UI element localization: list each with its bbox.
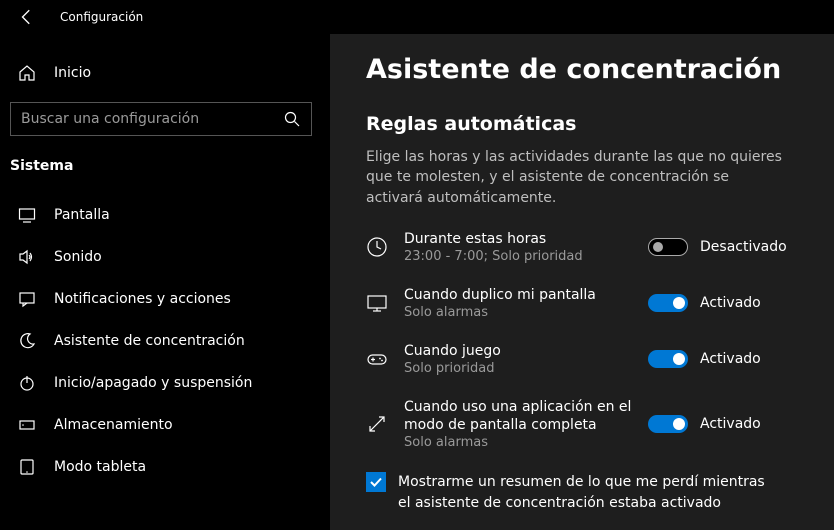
rule-sub: Solo prioridad <box>404 361 632 376</box>
rule-text: Durante estas horas 23:00 - 7:00; Solo p… <box>404 230 632 264</box>
section-desc: Elige las horas y las actividades durant… <box>366 147 786 208</box>
search-placeholder: Buscar una configuración <box>21 111 283 127</box>
settings-window: Configuración Inicio Buscar una configur… <box>0 0 834 530</box>
rule-text: Cuando duplico mi pantalla Solo alarmas <box>404 286 632 320</box>
sidebar-item-almacenamiento[interactable]: Almacenamiento <box>0 404 330 446</box>
sidebar-item-energia[interactable]: Inicio/apagado y suspensión <box>0 362 330 404</box>
sidebar-item-label: Notificaciones y acciones <box>54 291 231 307</box>
sidebar-item-sonido[interactable]: Sonido <box>0 236 330 278</box>
fullscreen-icon <box>366 413 388 435</box>
rule-text: Cuando juego Solo prioridad <box>404 342 632 376</box>
check-icon <box>369 475 383 489</box>
rule-sub: Solo alarmas <box>404 435 632 450</box>
toggle-wrap: Activado <box>648 294 798 312</box>
sidebar-item-label: Sonido <box>54 249 102 265</box>
sidebar-item-label: Pantalla <box>54 207 110 223</box>
message-icon <box>18 290 36 308</box>
rule-title: Cuando uso una aplicación en el modo de … <box>404 398 632 436</box>
rule-title: Cuando duplico mi pantalla <box>404 286 632 305</box>
summary-row: Mostrarme un resumen de lo que me perdí … <box>366 472 798 513</box>
toggle-wrap: Activado <box>648 350 798 368</box>
toggle-wrap: Desactivado <box>648 238 798 256</box>
gamepad-icon <box>366 348 388 370</box>
sidebar-group-title: Sistema <box>0 154 330 194</box>
toggle-label: Activado <box>700 295 761 311</box>
main-content: Asistente de concentración Reglas automá… <box>330 34 834 530</box>
rule-duplicate-display[interactable]: Cuando duplico mi pantalla Solo alarmas … <box>366 286 798 320</box>
sidebar-home[interactable]: Inicio <box>0 54 330 92</box>
toggle-gaming[interactable] <box>648 350 688 368</box>
display-icon <box>18 206 36 224</box>
sidebar-item-label: Inicio/apagado y suspensión <box>54 375 252 391</box>
toggle-hours[interactable] <box>648 238 688 256</box>
summary-checkbox[interactable] <box>366 472 386 492</box>
sidebar-item-pantalla[interactable]: Pantalla <box>0 194 330 236</box>
sidebar-home-label: Inicio <box>54 65 91 81</box>
clock-icon <box>366 236 388 258</box>
sidebar: Inicio Buscar una configuración Sistema … <box>0 34 330 530</box>
search-icon <box>283 110 301 128</box>
rule-sub: 23:00 - 7:00; Solo prioridad <box>404 249 632 264</box>
tablet-icon <box>18 458 36 476</box>
sidebar-item-notificaciones[interactable]: Notificaciones y acciones <box>0 278 330 320</box>
power-icon <box>18 374 36 392</box>
sound-icon <box>18 248 36 266</box>
rule-sub: Solo alarmas <box>404 305 632 320</box>
sidebar-nav: Pantalla Sonido Notificaciones y accione… <box>0 194 330 488</box>
sidebar-item-tableta[interactable]: Modo tableta <box>0 446 330 488</box>
window-header: Configuración <box>0 0 834 34</box>
toggle-label: Activado <box>700 416 761 432</box>
sidebar-item-label: Modo tableta <box>54 459 146 475</box>
rule-title: Durante estas horas <box>404 230 632 249</box>
rule-text: Cuando uso una aplicación en el modo de … <box>404 398 632 451</box>
sidebar-item-label: Asistente de concentración <box>54 333 245 349</box>
summary-text: Mostrarme un resumen de lo que me perdí … <box>398 472 778 513</box>
toggle-duplicate[interactable] <box>648 294 688 312</box>
search-input[interactable]: Buscar una configuración <box>10 102 312 136</box>
section-title: Reglas automáticas <box>366 113 798 135</box>
toggle-label: Activado <box>700 351 761 367</box>
sidebar-item-label: Almacenamiento <box>54 417 173 433</box>
rule-title: Cuando juego <box>404 342 632 361</box>
rule-hours[interactable]: Durante estas horas 23:00 - 7:00; Solo p… <box>366 230 798 264</box>
page-title: Asistente de concentración <box>366 54 798 85</box>
storage-icon <box>18 416 36 434</box>
search-wrap: Buscar una configuración <box>0 92 330 154</box>
arrow-left-icon <box>18 8 36 26</box>
rule-gaming[interactable]: Cuando juego Solo prioridad Activado <box>366 342 798 376</box>
monitor-icon <box>366 292 388 314</box>
back-button[interactable] <box>18 8 36 26</box>
toggle-fullscreen[interactable] <box>648 415 688 433</box>
body: Inicio Buscar una configuración Sistema … <box>0 34 834 530</box>
rule-fullscreen[interactable]: Cuando uso una aplicación en el modo de … <box>366 398 798 451</box>
sidebar-item-asistente[interactable]: Asistente de concentración <box>0 320 330 362</box>
toggle-wrap: Activado <box>648 415 798 433</box>
window-title: Configuración <box>60 10 143 24</box>
home-icon <box>18 64 36 82</box>
toggle-label: Desactivado <box>700 239 787 255</box>
moon-icon <box>18 332 36 350</box>
